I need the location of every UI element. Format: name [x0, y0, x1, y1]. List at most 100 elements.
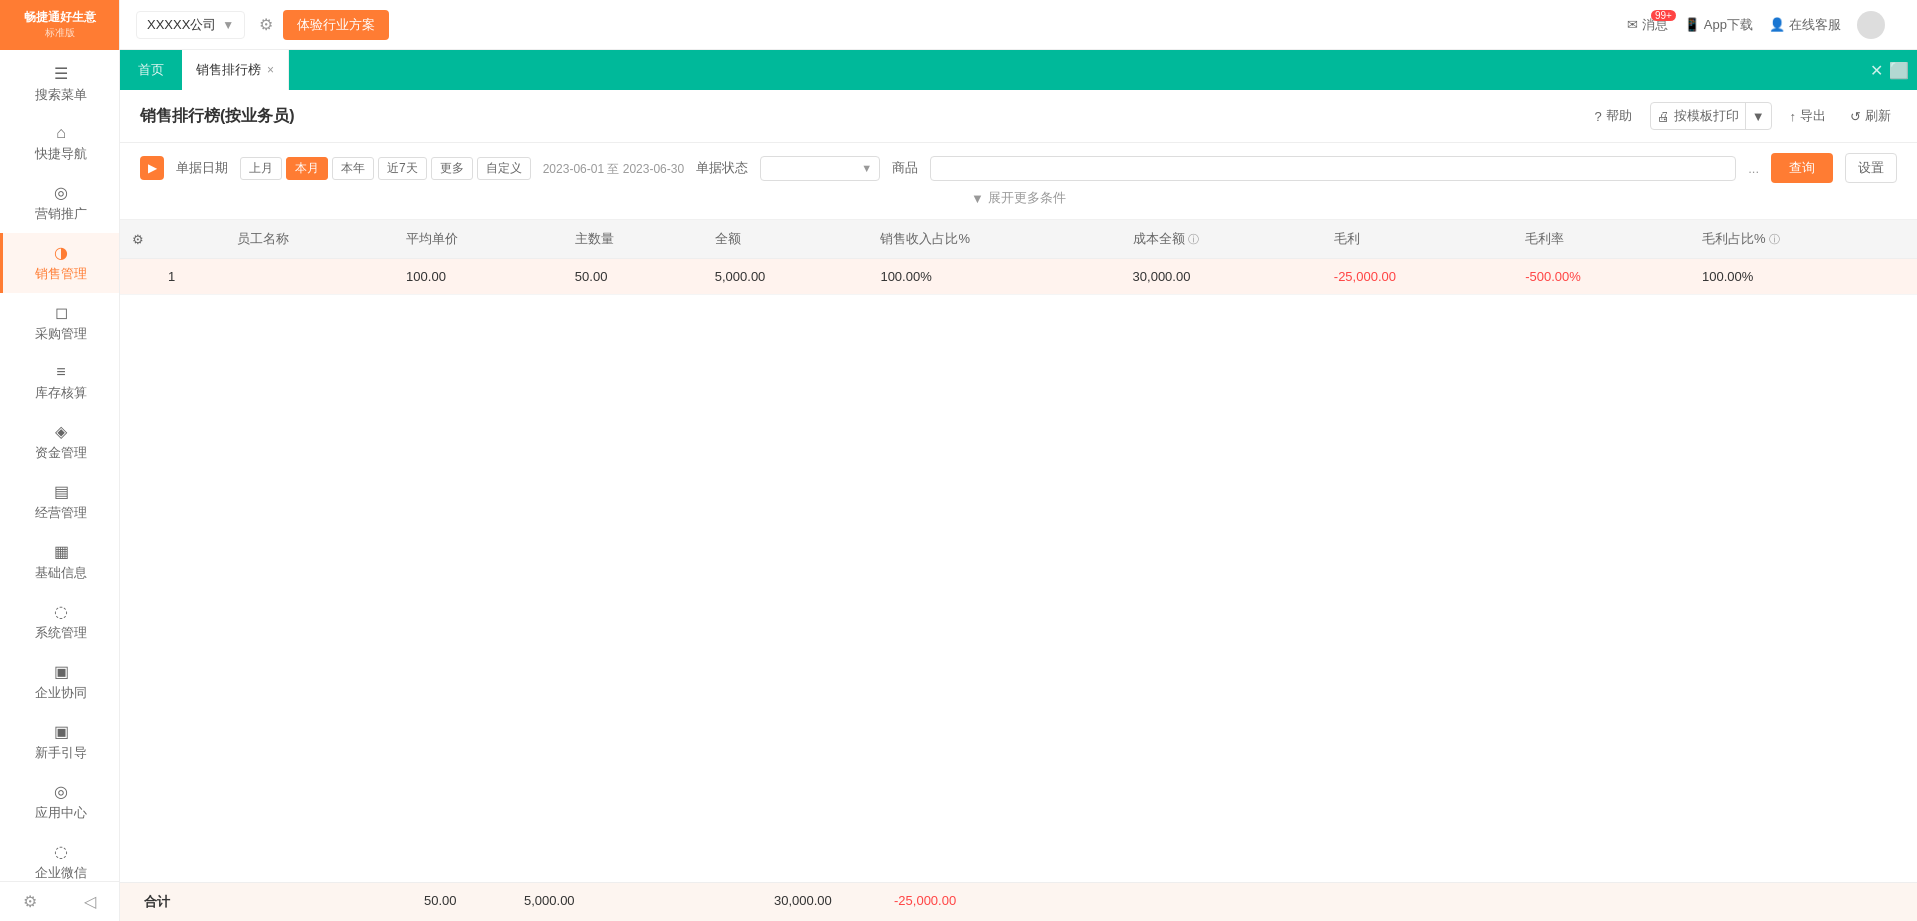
print-icon: 🖨	[1657, 109, 1670, 124]
collapse-icon[interactable]: ◁	[84, 892, 96, 911]
expand-more-button[interactable]: ▼ 展开更多条件	[971, 189, 1066, 207]
logo-title: 畅捷通好生意	[24, 10, 96, 26]
sidebar-item-marketing[interactable]: ◎ 营销推广	[0, 173, 119, 233]
gross-pct-info-icon: ⓘ	[1769, 233, 1780, 245]
expand-more-label: 展开更多条件	[988, 189, 1066, 207]
tab-sales-ranking[interactable]: 销售排行榜 ×	[182, 50, 289, 90]
service-icon: 👤	[1769, 17, 1785, 32]
trial-button[interactable]: 体验行业方案	[283, 10, 389, 40]
sidebar-item-shortcut[interactable]: ⌂ 快捷导航	[0, 114, 119, 173]
date-label: 单据日期	[176, 159, 228, 177]
col-qty: 主数量	[563, 220, 703, 259]
cell-cost: 30,000.00	[1121, 259, 1322, 295]
query-button[interactable]: 查询	[1771, 153, 1833, 183]
col-gross: 毛利	[1322, 220, 1513, 259]
collab-icon: ▣	[54, 662, 69, 681]
status-select-wrapper: ▼	[760, 156, 880, 181]
col-gross-rate: 毛利率	[1513, 220, 1690, 259]
cell-qty: 50.00	[563, 259, 703, 295]
app-download-label: App下载	[1704, 16, 1753, 34]
sidebar-item-label: 搜索菜单	[35, 86, 87, 104]
date-range-container: 2023-06-01 至 2023-06-30	[543, 159, 684, 178]
app-download-btn[interactable]: 📱 App下载	[1684, 16, 1753, 34]
tab-home-label: 首页	[138, 61, 164, 79]
sidebar-item-label: 系统管理	[35, 624, 87, 642]
footer-pct	[632, 893, 762, 911]
tab-home[interactable]: 首页	[120, 50, 182, 90]
sidebar-item-label: 基础信息	[35, 564, 87, 582]
sidebar-item-appcenter[interactable]: ◎ 应用中心	[0, 772, 119, 832]
capital-icon: ◈	[55, 422, 67, 441]
export-icon: ↑	[1790, 109, 1797, 124]
cell-gross-rate: -500.00%	[1513, 259, 1690, 295]
sidebar-item-operation[interactable]: ▤ 经营管理	[0, 472, 119, 532]
date-btn-more[interactable]: 更多	[431, 157, 473, 180]
product-label: 商品	[892, 159, 918, 177]
print-chevron-icon: ▼	[1752, 109, 1765, 124]
footer-cost: 30,000.00	[762, 893, 882, 911]
footer-cells: 合计 50.00 5,000.00 30,000.00 -25,000.00	[132, 893, 1905, 911]
print-dropdown-button[interactable]: ▼	[1746, 105, 1771, 128]
help-button[interactable]: ? 帮助	[1588, 103, 1637, 129]
print-button[interactable]: 🖨 按模板打印	[1651, 103, 1746, 129]
footer-gross: -25,000.00	[882, 893, 1002, 911]
sidebar-item-label: 企业微信	[35, 864, 87, 881]
col-settings-icon[interactable]: ⚙	[132, 232, 144, 247]
message-btn[interactable]: ✉ 消息 99+	[1627, 16, 1668, 34]
sidebar-nav: ☰ 搜索菜单 ⌂ 快捷导航 ◎ 营销推广 ◑ 销售管理 ◻ 采购管理 ≡ 库存核…	[0, 50, 119, 881]
wechat-icon: ◌	[54, 842, 68, 861]
tab-restore-icon[interactable]: ⬜	[1889, 61, 1909, 80]
filter-bar: ▶ 单据日期 上月 本月 本年 近7天 更多 自定义 2023-06-01 至 …	[120, 143, 1917, 220]
more-filters-icon[interactable]: ...	[1748, 161, 1759, 176]
col-sales-pct: 销售收入占比%	[868, 220, 1120, 259]
avatar[interactable]	[1857, 11, 1885, 39]
sidebar-item-basic[interactable]: ▦ 基础信息	[0, 532, 119, 592]
sidebar-item-collab[interactable]: ▣ 企业协同	[0, 652, 119, 712]
date-btn-this-month[interactable]: 本月	[286, 157, 328, 180]
content-inner: ⚙ 员工名称 平均单价 主数量 全额 销售收入占比% 成本全额 ⓘ	[120, 220, 1917, 921]
data-table: ⚙ 员工名称 平均单价 主数量 全额 销售收入占比% 成本全额 ⓘ	[120, 220, 1917, 295]
online-service-btn[interactable]: 👤 在线客服	[1769, 16, 1841, 34]
download-icon: 📱	[1684, 17, 1700, 32]
sidebar-item-purchase[interactable]: ◻ 采购管理	[0, 293, 119, 353]
expand-more-container: ▼ 展开更多条件	[140, 183, 1897, 209]
settings-bottom-icon[interactable]: ⚙	[23, 892, 37, 911]
footer-label: 合计	[132, 893, 412, 911]
status-select[interactable]	[760, 156, 880, 181]
sidebar-item-search[interactable]: ☰ 搜索菜单	[0, 54, 119, 114]
product-input[interactable]	[930, 156, 1736, 181]
refresh-button[interactable]: ↺ 刷新	[1844, 103, 1897, 129]
table-row: 1 100.00 50.00 5,000.00 100.00% 30,000.0…	[120, 259, 1917, 295]
date-btn-custom[interactable]: 自定义	[477, 157, 531, 180]
company-chevron-icon: ▼	[222, 18, 234, 32]
date-btn-last-month[interactable]: 上月	[240, 157, 282, 180]
sidebar-item-wechat[interactable]: ◌ 企业微信	[0, 832, 119, 881]
export-button[interactable]: ↑ 导出	[1784, 103, 1833, 129]
topbar-settings-icon[interactable]: ⚙	[259, 15, 273, 34]
sidebar-item-capital[interactable]: ◈ 资金管理	[0, 412, 119, 472]
app-logo: 畅捷通好生意 标准版	[0, 0, 119, 50]
date-buttons: 上月 本月 本年 近7天 更多 自定义	[240, 157, 531, 180]
col-avg-price: 平均单价	[394, 220, 563, 259]
sidebar-item-guide[interactable]: ▣ 新手引导	[0, 712, 119, 772]
tab-label: 销售排行榜	[196, 61, 261, 79]
sidebar-item-sales[interactable]: ◑ 销售管理	[0, 233, 119, 293]
setting-button[interactable]: 设置	[1845, 153, 1897, 183]
col-name: 员工名称	[225, 220, 394, 259]
topbar: XXXXX公司 ▼ ⚙ 体验行业方案 ✉ 消息 99+ 📱 App下载 👤 在线…	[120, 0, 1917, 50]
sidebar-item-label: 企业协同	[35, 684, 87, 702]
sidebar-item-system[interactable]: ◌ 系统管理	[0, 592, 119, 652]
date-btn-this-year[interactable]: 本年	[332, 157, 374, 180]
print-group: 🖨 按模板打印 ▼	[1650, 102, 1772, 130]
tab-close-all-icon[interactable]: ✕	[1870, 61, 1883, 80]
tab-close-icon[interactable]: ×	[267, 63, 274, 77]
sidebar-item-label: 经营管理	[35, 504, 87, 522]
inventory-icon: ≡	[56, 363, 65, 381]
col-rank	[156, 220, 225, 259]
sidebar-item-inventory[interactable]: ≡ 库存核算	[0, 353, 119, 412]
company-selector[interactable]: XXXXX公司 ▼	[136, 11, 245, 39]
date-btn-7days[interactable]: 近7天	[378, 157, 427, 180]
page-header: 销售排行榜(按业务员) ? 帮助 🖨 按模板打印 ▼ ↑	[120, 90, 1917, 143]
sales-icon: ◑	[54, 243, 68, 262]
filter-toggle-btn[interactable]: ▶	[140, 156, 164, 180]
